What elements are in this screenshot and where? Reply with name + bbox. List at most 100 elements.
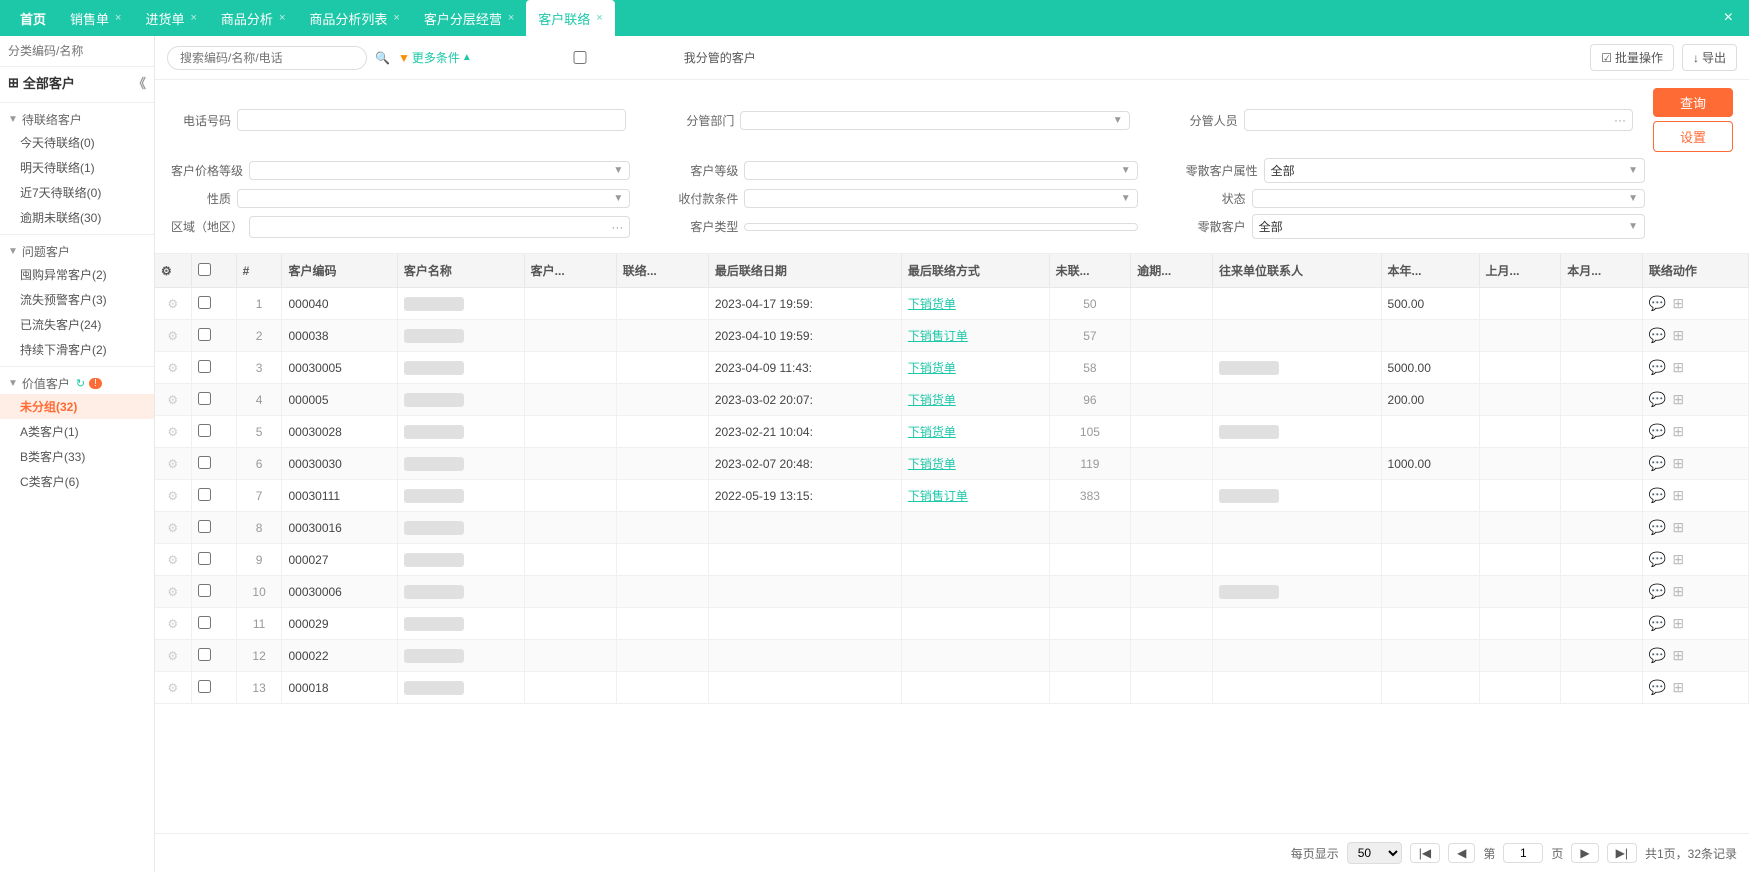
col-contact[interactable]: 联络... <box>616 254 708 288</box>
row-checkbox[interactable] <box>198 296 211 309</box>
message-icon[interactable]: 💬 <box>1649 327 1666 344</box>
message-icon[interactable]: 💬 <box>1649 647 1666 664</box>
row-settings-icon[interactable]: ⚙ <box>167 681 178 695</box>
sidebar-item-unassigned[interactable]: 未分组(32) <box>0 394 154 419</box>
cell-settings[interactable]: ⚙ <box>155 544 191 576</box>
price-level-select[interactable]: ▼ <box>249 161 630 180</box>
next-page-btn[interactable]: ▶ <box>1571 843 1598 863</box>
cell-last-method[interactable] <box>901 640 1049 672</box>
row-checkbox[interactable] <box>198 584 211 597</box>
message-icon[interactable]: 💬 <box>1649 391 1666 408</box>
sidebar-group-pending[interactable]: ▼ 待联络客户 <box>0 107 154 130</box>
grid-action-icon[interactable]: ⊞ <box>1672 327 1684 344</box>
cell-settings[interactable]: ⚙ <box>155 512 191 544</box>
my-customers-checkbox[interactable] <box>480 51 680 64</box>
message-icon[interactable]: 💬 <box>1649 679 1666 696</box>
message-icon[interactable]: 💬 <box>1649 583 1666 600</box>
batch-op-button[interactable]: ☑ 批量操作 <box>1590 44 1674 71</box>
col-name[interactable]: 客户名称 <box>397 254 524 288</box>
row-checkbox[interactable] <box>198 392 211 405</box>
sidebar-item-class-b[interactable]: B类客户(33) <box>0 444 154 469</box>
contact-method-link[interactable]: 下销售订单 <box>908 489 968 503</box>
message-icon[interactable]: 💬 <box>1649 359 1666 376</box>
message-icon[interactable]: 💬 <box>1649 423 1666 440</box>
search-input[interactable] <box>167 46 367 70</box>
close-all-tabs[interactable]: × <box>1716 9 1741 27</box>
export-button[interactable]: ↓ 导出 <box>1682 44 1737 71</box>
cell-checkbox[interactable] <box>191 608 236 640</box>
grid-action-icon[interactable]: ⊞ <box>1672 455 1684 472</box>
sidebar-item-declining[interactable]: 持续下滑客户(2) <box>0 337 154 362</box>
phone-input[interactable] <box>237 109 626 131</box>
nav-tab-home[interactable]: 首页 <box>8 0 58 36</box>
query-button[interactable]: 查询 <box>1653 88 1733 117</box>
nav-tab-customer-contact[interactable]: 客户联络 × <box>526 0 614 36</box>
cell-checkbox[interactable] <box>191 640 236 672</box>
cell-settings[interactable]: ⚙ <box>155 480 191 512</box>
cell-last-method[interactable]: 下销售订单 <box>901 320 1049 352</box>
search-icon[interactable]: 🔍 <box>375 51 390 65</box>
reset-button[interactable]: 设置 <box>1653 121 1733 152</box>
col-settings[interactable]: ⚙ <box>155 254 191 288</box>
person-ellipsis[interactable]: ··· <box>1614 113 1626 127</box>
nav-tab-purchase[interactable]: 进货单 × <box>133 0 208 36</box>
row-checkbox[interactable] <box>198 424 211 437</box>
row-settings-icon[interactable]: ⚙ <box>167 649 178 663</box>
sidebar-item-class-a[interactable]: A类客户(1) <box>0 419 154 444</box>
row-checkbox[interactable] <box>198 456 211 469</box>
row-settings-icon[interactable]: ⚙ <box>167 297 178 311</box>
cell-last-method[interactable] <box>901 544 1049 576</box>
grid-action-icon[interactable]: ⊞ <box>1672 615 1684 632</box>
row-settings-icon[interactable]: ⚙ <box>167 393 178 407</box>
payment-select[interactable]: ▼ <box>744 189 1137 208</box>
contact-method-link[interactable]: 下销货单 <box>908 297 956 311</box>
nav-tab-sales-close[interactable]: × <box>115 12 121 24</box>
settings-icon[interactable]: ⚙ <box>161 264 172 278</box>
nav-tab-analysis-list[interactable]: 商品分析列表 × <box>297 0 411 36</box>
refresh-icon[interactable]: ↻ <box>76 377 85 390</box>
cell-last-method[interactable]: 下销货单 <box>901 384 1049 416</box>
col-code[interactable]: 客户编码 <box>282 254 397 288</box>
row-checkbox[interactable] <box>198 488 211 501</box>
customer-type-select[interactable] <box>744 223 1137 231</box>
sidebar-item-tomorrow[interactable]: 明天待联络(1) <box>0 155 154 180</box>
row-settings-icon[interactable]: ⚙ <box>167 617 178 631</box>
col-checkbox[interactable] <box>191 254 236 288</box>
grid-action-icon[interactable]: ⊞ <box>1672 359 1684 376</box>
cell-settings[interactable]: ⚙ <box>155 576 191 608</box>
col-company-contact[interactable]: 往来单位联系人 <box>1212 254 1381 288</box>
row-checkbox[interactable] <box>198 648 211 661</box>
nav-tab-customer-segment-close[interactable]: × <box>508 12 514 24</box>
nav-tab-analysis-list-close[interactable]: × <box>393 12 399 24</box>
sidebar-group-problem[interactable]: ▼ 问题客户 <box>0 239 154 262</box>
row-settings-icon[interactable]: ⚙ <box>167 521 178 535</box>
grid-action-icon[interactable]: ⊞ <box>1672 423 1684 440</box>
row-settings-icon[interactable]: ⚙ <box>167 585 178 599</box>
sidebar-search-input[interactable] <box>8 44 155 58</box>
sidebar-item-today[interactable]: 今天待联络(0) <box>0 130 154 155</box>
sidebar-collapse-icon[interactable]: 《 <box>133 73 146 92</box>
row-settings-icon[interactable]: ⚙ <box>167 457 178 471</box>
cell-last-method[interactable]: 下销售订单 <box>901 480 1049 512</box>
cell-checkbox[interactable] <box>191 448 236 480</box>
cell-last-method[interactable] <box>901 512 1049 544</box>
sidebar-item-7days[interactable]: 近7天待联络(0) <box>0 180 154 205</box>
sidebar-group-value[interactable]: ▼ 价值客户 ↻ ! <box>0 371 154 394</box>
col-overdue[interactable]: 逾期... <box>1131 254 1213 288</box>
cell-settings[interactable]: ⚙ <box>155 288 191 320</box>
region-ellipsis[interactable]: ··· <box>611 220 623 234</box>
status-select[interactable]: ▼ <box>1252 189 1645 208</box>
contact-method-link[interactable]: 下销货单 <box>908 425 956 439</box>
nav-tab-purchase-close[interactable]: × <box>190 12 196 24</box>
page-input[interactable] <box>1503 843 1543 863</box>
sidebar-all-customers[interactable]: ⊞ 全部客户 《 <box>0 67 154 98</box>
prev-page-btn[interactable]: ◀ <box>1448 843 1475 863</box>
col-last-date[interactable]: 最后联络日期 <box>708 254 901 288</box>
cell-last-method[interactable]: 下销货单 <box>901 416 1049 448</box>
row-checkbox[interactable] <box>198 328 211 341</box>
nav-tab-analysis-close[interactable]: × <box>279 12 285 24</box>
row-checkbox[interactable] <box>198 680 211 693</box>
cell-checkbox[interactable] <box>191 288 236 320</box>
nature-select[interactable]: ▼ <box>237 189 630 208</box>
nav-tab-customer-segment[interactable]: 客户分层经营 × <box>412 0 526 36</box>
